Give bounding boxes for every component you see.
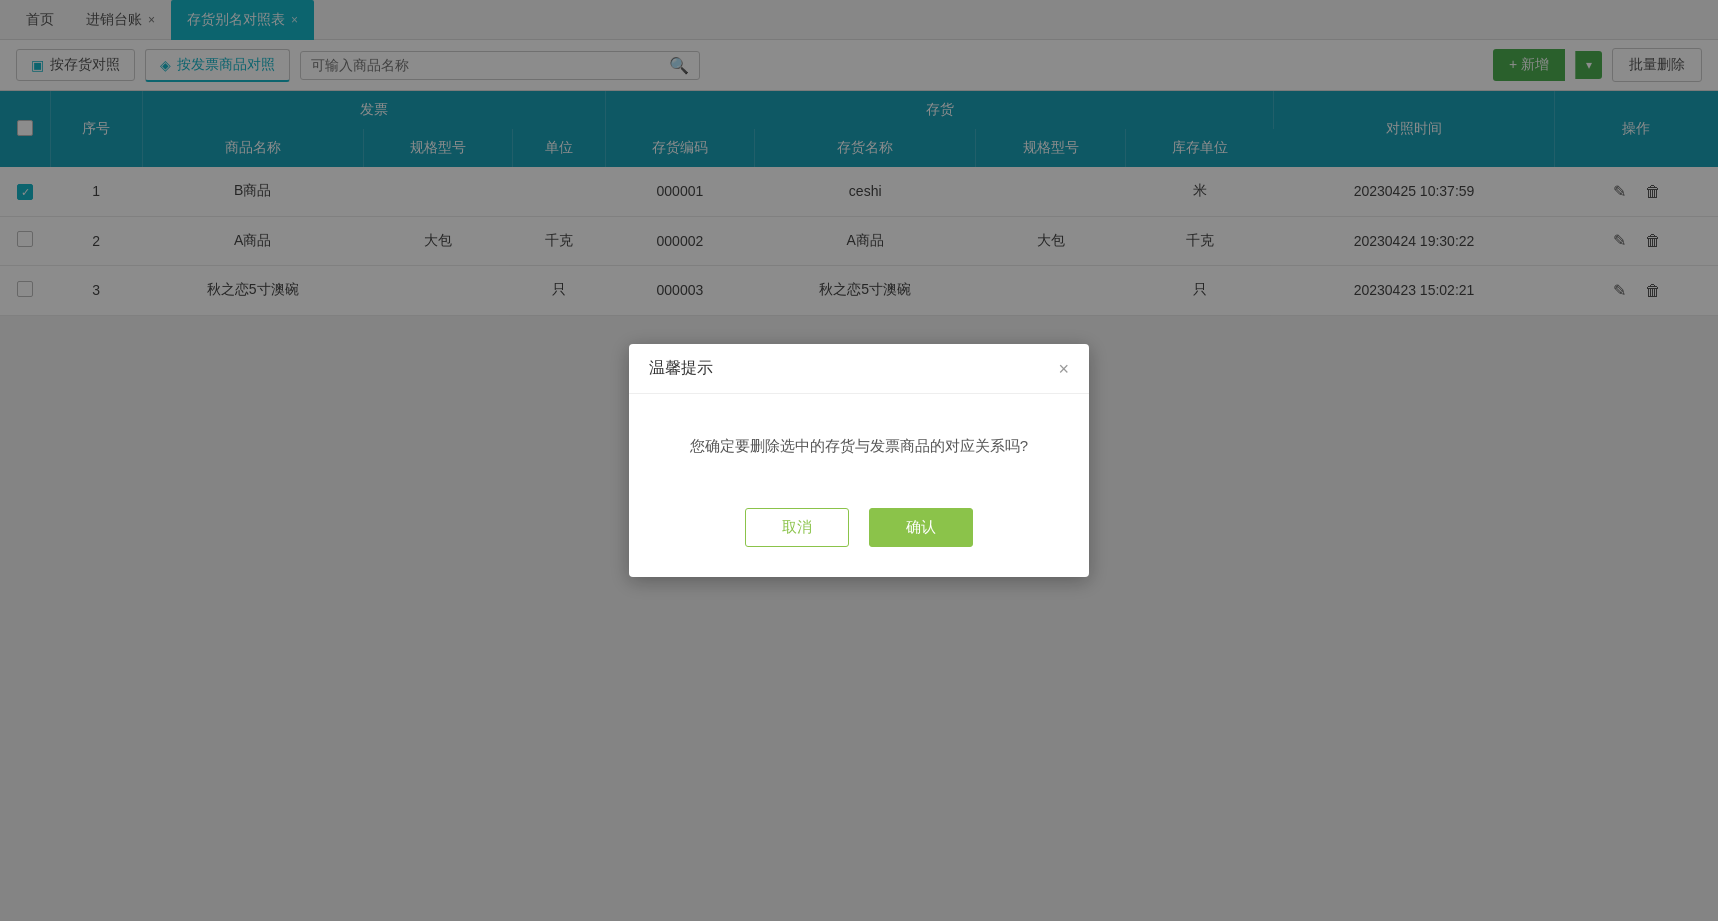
modal-overlay: 温馨提示 × 您确定要删除选中的存货与发票商品的对应关系吗? 取消 确认 (0, 0, 1718, 316)
